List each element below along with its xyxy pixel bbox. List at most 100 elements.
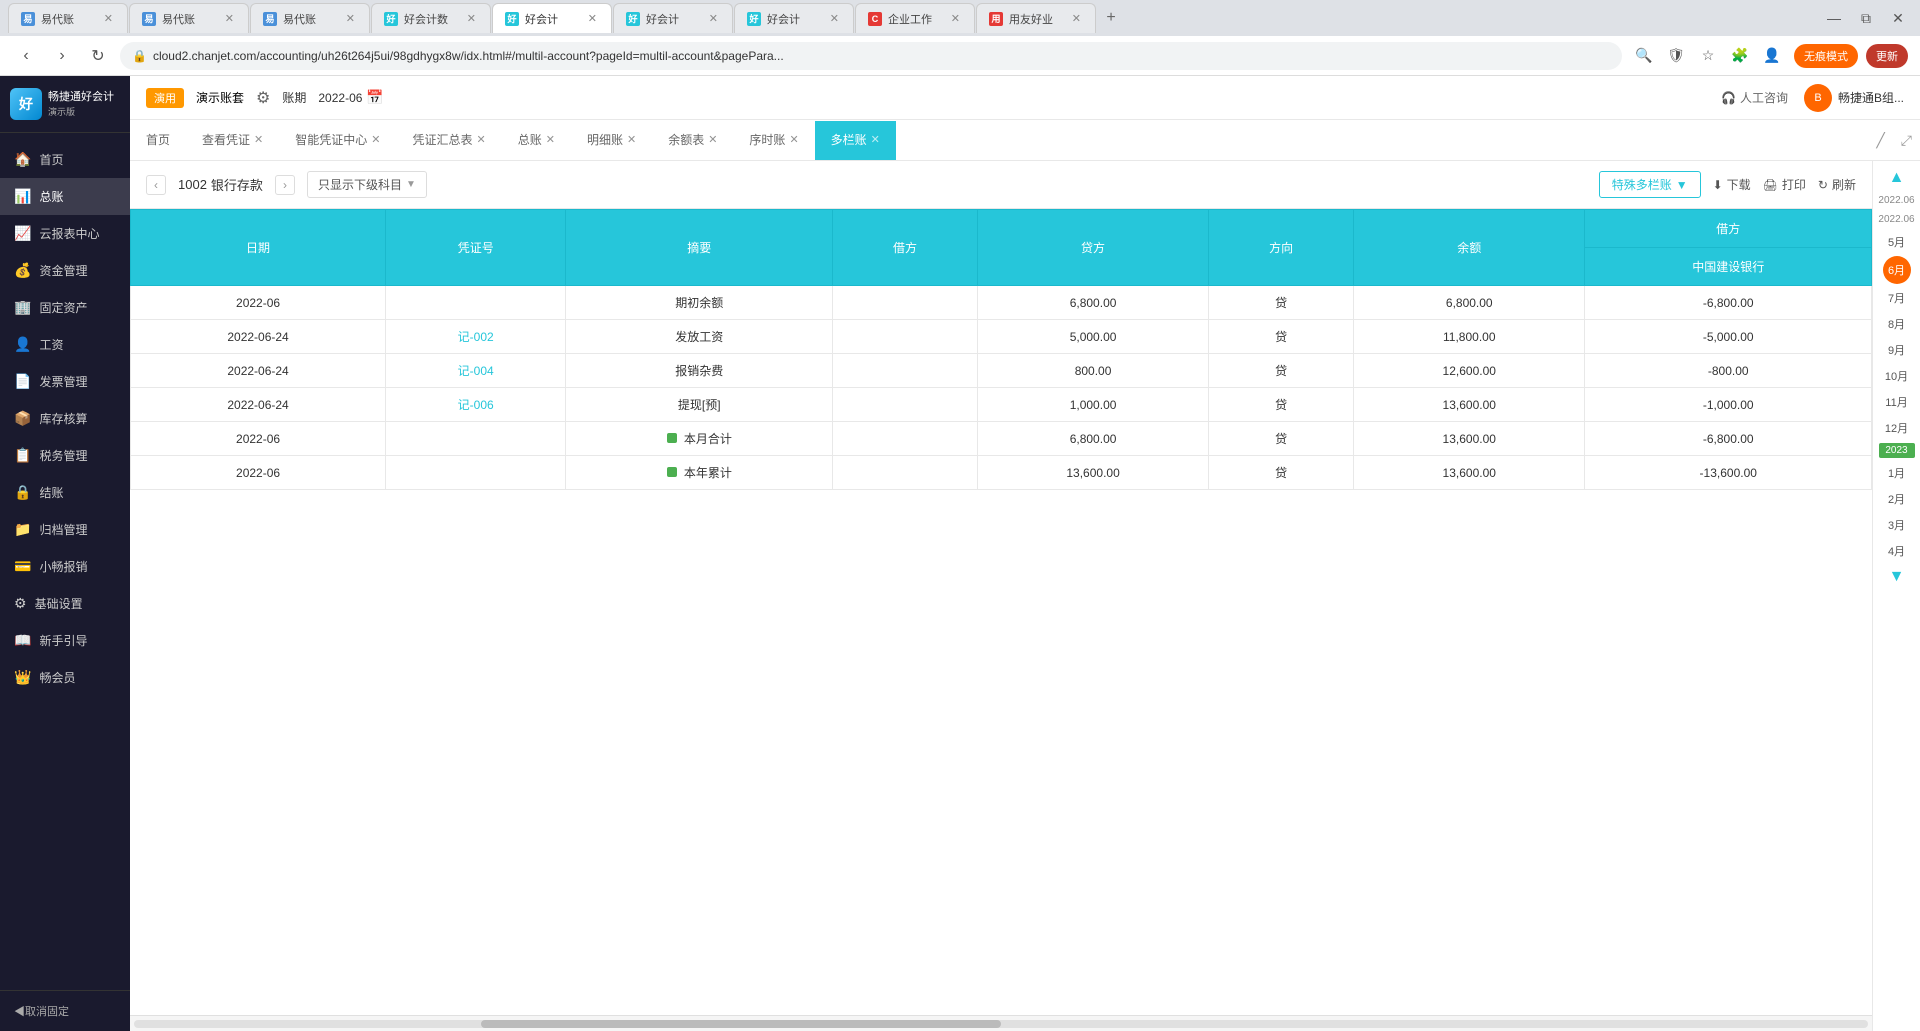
tab-multi[interactable]: 多栏账 ✕ — [815, 121, 896, 160]
tab-smart-close[interactable]: ✕ — [371, 133, 380, 146]
url-bar[interactable]: 🔒 cloud2.chanjet.com/accounting/uh26t264… — [120, 42, 1622, 70]
scroll-thumb[interactable] — [481, 1020, 1001, 1028]
refresh-button[interactable]: ↻ 刷新 — [1818, 176, 1856, 193]
prev-account-button[interactable]: ‹ — [146, 175, 166, 195]
tab-sequence-close[interactable]: ✕ — [789, 133, 798, 146]
tab-balance[interactable]: 余额表 ✕ — [652, 121, 733, 160]
search-icon[interactable]: 🔍 — [1630, 42, 1658, 70]
wuhen-mode-button[interactable]: 无痕模式 — [1794, 44, 1858, 68]
tab-detail-close[interactable]: ✕ — [627, 133, 636, 146]
browser-tab-1[interactable]: 易 易代账 ✕ — [8, 3, 128, 33]
timeline-month-feb[interactable]: 2月 — [1879, 487, 1915, 511]
back-button[interactable]: ‹ — [12, 42, 40, 70]
calendar-icon[interactable]: 📅 — [366, 89, 383, 106]
show-sub-button[interactable]: 只显示下级科目 ▼ — [307, 171, 427, 198]
timeline-scroll-down[interactable]: ▼ — [1885, 564, 1909, 590]
tab-voucher-summary[interactable]: 凭证汇总表 ✕ — [396, 121, 501, 160]
tab-voucher[interactable]: 查看凭证 ✕ — [186, 121, 279, 160]
sidebar-item-archive[interactable]: 📁 归档管理 — [0, 511, 130, 548]
tab-general-close[interactable]: ✕ — [546, 133, 555, 146]
sidebar-item-guide[interactable]: 📖 新手引导 — [0, 622, 130, 659]
tab-close-3[interactable]: ✕ — [344, 10, 357, 27]
timeline-month-jul[interactable]: 7月 — [1879, 286, 1915, 310]
timeline-month-mar[interactable]: 3月 — [1879, 513, 1915, 537]
browser-tab-7[interactable]: 好 好会计 ✕ — [734, 3, 854, 33]
avatar-icon[interactable]: 👤 — [1758, 42, 1786, 70]
sidebar-item-reports[interactable]: 📈 云报表中心 — [0, 215, 130, 252]
tab-voucher-close[interactable]: ✕ — [254, 133, 263, 146]
shield-icon[interactable]: 🛡 — [1662, 42, 1690, 70]
tab-close-8[interactable]: ✕ — [949, 10, 962, 27]
close-button[interactable]: ✕ — [1884, 4, 1912, 32]
tab-balance-close[interactable]: ✕ — [708, 133, 717, 146]
assets-icon: 🏢 — [14, 299, 31, 316]
browser-tab-5[interactable]: 好 好会计 ✕ — [492, 3, 612, 33]
timeline-month-may[interactable]: 5月 — [1879, 230, 1915, 254]
timeline-scroll-up[interactable]: ▲ — [1885, 165, 1909, 191]
voucher-link-2[interactable]: 记-004 — [458, 364, 494, 378]
timeline-month-nov[interactable]: 11月 — [1879, 390, 1915, 414]
browser-tab-9[interactable]: 用 用友好业 ✕ — [976, 3, 1096, 33]
sidebar-item-membership[interactable]: 👑 畅会员 — [0, 659, 130, 696]
tab-close-7[interactable]: ✕ — [828, 10, 841, 27]
sidebar-item-invoice[interactable]: 📄 发票管理 — [0, 363, 130, 400]
tab-multi-close[interactable]: ✕ — [871, 133, 880, 146]
sidebar-item-assets[interactable]: 🏢 固定资产 — [0, 289, 130, 326]
timeline-month-oct[interactable]: 10月 — [1879, 364, 1915, 388]
sidebar-item-inventory[interactable]: 📦 库存核算 — [0, 400, 130, 437]
sidebar-item-ledger[interactable]: 📊 总账 — [0, 178, 130, 215]
sidebar-item-tax[interactable]: 📋 税务管理 — [0, 437, 130, 474]
extension-icon[interactable]: 🧩 — [1726, 42, 1754, 70]
timeline-month-aug[interactable]: 8月 — [1879, 312, 1915, 336]
tab-close-6[interactable]: ✕ — [707, 10, 720, 27]
sidebar-item-funds[interactable]: 💰 资金管理 — [0, 252, 130, 289]
star-icon[interactable]: ☆ — [1694, 42, 1722, 70]
minimize-button[interactable]: — — [1820, 4, 1848, 32]
consult-button[interactable]: 🎧 人工咨询 — [1721, 89, 1788, 106]
voucher-link-1[interactable]: 记-002 — [458, 330, 494, 344]
tab-general[interactable]: 总账 ✕ — [502, 121, 571, 160]
browser-tab-4[interactable]: 好 好会计数 ✕ — [371, 3, 491, 33]
browser-tab-3[interactable]: 易 易代账 ✕ — [250, 3, 370, 33]
tab-smart[interactable]: 智能凭证中心 ✕ — [279, 121, 396, 160]
tab-close-5[interactable]: ✕ — [586, 10, 599, 27]
refresh-button[interactable]: ↻ — [84, 42, 112, 70]
timeline-month-apr[interactable]: 4月 — [1879, 539, 1915, 563]
horizontal-scrollbar[interactable] — [130, 1015, 1872, 1031]
demo-badge[interactable]: 演用 — [146, 88, 184, 108]
settings-icon[interactable]: ⚙ — [256, 88, 270, 108]
print-button[interactable]: 🖨 打印 — [1763, 176, 1806, 193]
sidebar-item-payroll[interactable]: 👤 工资 — [0, 326, 130, 363]
timeline-month-dec[interactable]: 12月 — [1879, 416, 1915, 440]
next-account-button[interactable]: › — [275, 175, 295, 195]
tab-voucher-summary-close[interactable]: ✕ — [477, 133, 486, 146]
tab-sequence[interactable]: 序时账 ✕ — [733, 121, 814, 160]
new-tab-button[interactable]: + — [1097, 4, 1125, 32]
tab-home[interactable]: 首页 — [130, 121, 186, 160]
sidebar-item-home[interactable]: 🏠 首页 — [0, 141, 130, 178]
voucher-link-3[interactable]: 记-006 — [458, 398, 494, 412]
browser-tab-8[interactable]: C 企业工作 ✕ — [855, 3, 975, 33]
unpin-button[interactable]: ◀取消固定 — [14, 1003, 116, 1019]
browser-tab-2[interactable]: 易 易代账 ✕ — [129, 3, 249, 33]
forward-button[interactable]: › — [48, 42, 76, 70]
tab-close-2[interactable]: ✕ — [223, 10, 236, 27]
sidebar-item-closing[interactable]: 🔒 结账 — [0, 474, 130, 511]
timeline-month-jan[interactable]: 1月 — [1879, 461, 1915, 485]
sidebar-item-expense[interactable]: 💳 小畅报销 — [0, 548, 130, 585]
special-account-button[interactable]: 特殊多栏账 ▼ — [1599, 171, 1701, 198]
sidebar-item-settings[interactable]: ⚙ 基础设置 — [0, 585, 130, 622]
tab-close-4[interactable]: ✕ — [465, 10, 478, 27]
browser-tab-6[interactable]: 好 好会计 ✕ — [613, 3, 733, 33]
expand-tabs-button[interactable]: ⤢ — [1893, 120, 1920, 160]
tab-close-1[interactable]: ✕ — [102, 10, 115, 27]
tab-detail[interactable]: 明细账 ✕ — [571, 121, 652, 160]
update-button[interactable]: 更新 — [1866, 44, 1908, 68]
timeline-month-sep[interactable]: 9月 — [1879, 338, 1915, 362]
user-info[interactable]: B 畅捷通B组... — [1804, 84, 1904, 112]
download-button[interactable]: ⬇ 下载 — [1713, 176, 1751, 193]
timeline-month-jun[interactable]: 6月 — [1883, 256, 1911, 284]
collapse-tabs-button[interactable]: ╱ — [1868, 120, 1892, 160]
restore-button[interactable]: ⧉ — [1852, 4, 1880, 32]
tab-close-9[interactable]: ✕ — [1070, 10, 1083, 27]
